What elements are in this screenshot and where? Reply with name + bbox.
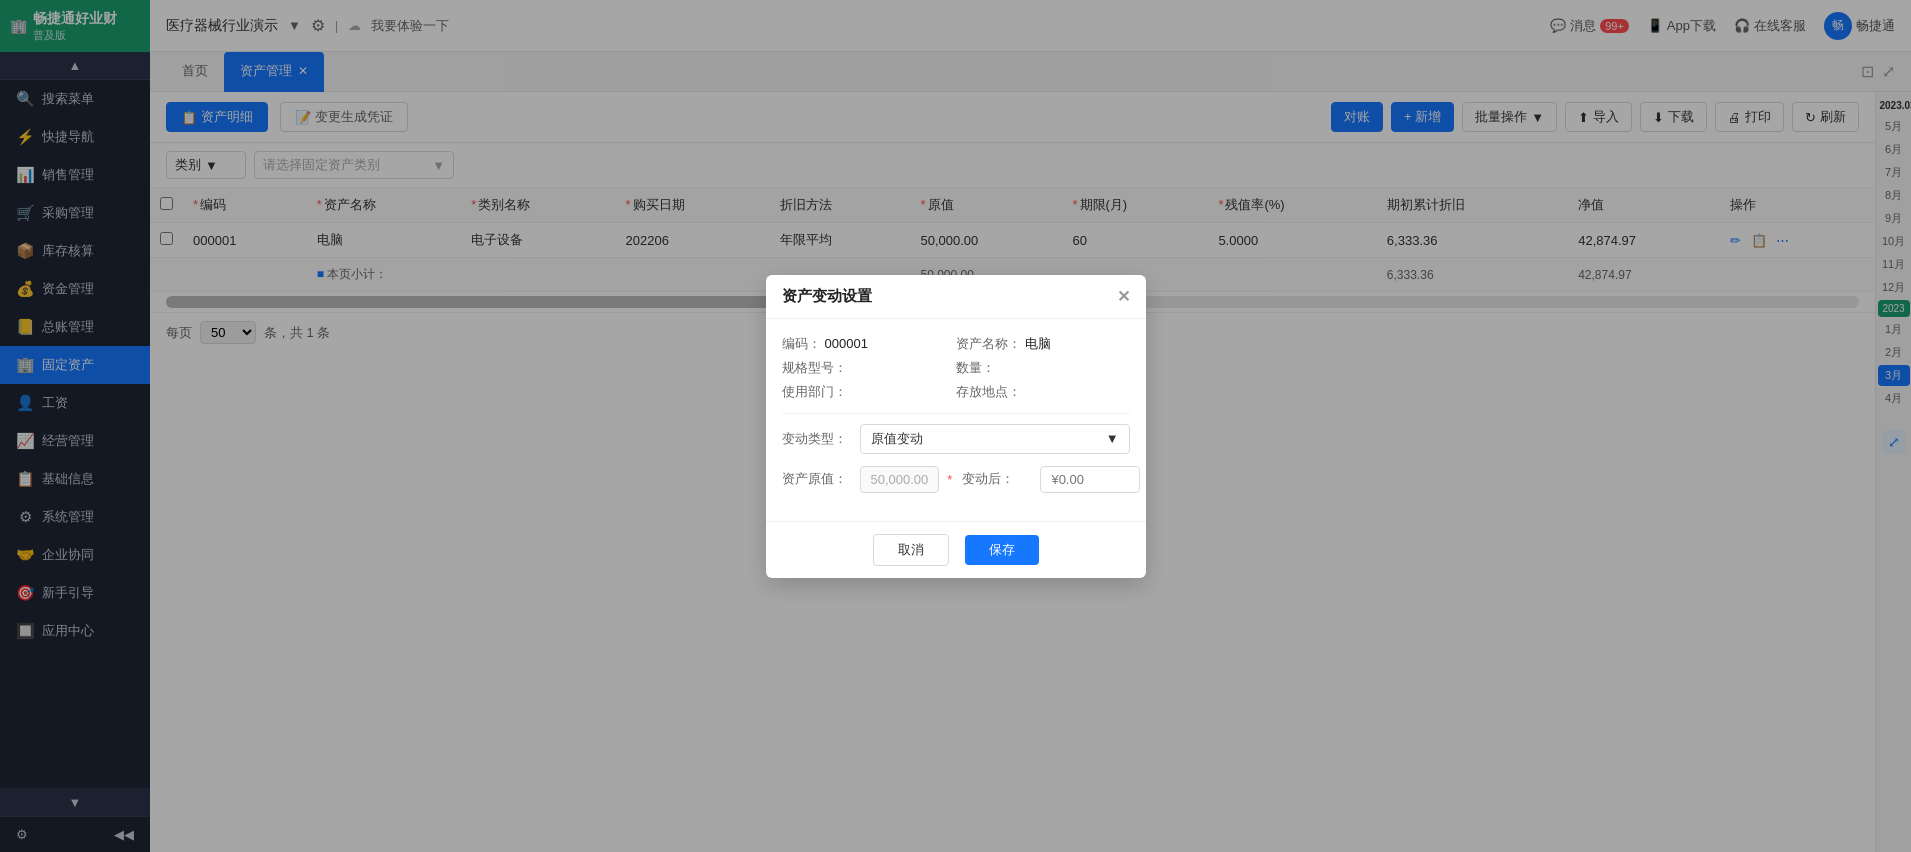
- after-change-required: *: [947, 472, 952, 487]
- modal-close-button[interactable]: ✕: [1117, 287, 1130, 306]
- original-value-display: 50,000.00: [871, 472, 929, 487]
- change-type-label: 变动类型：: [782, 430, 852, 448]
- modal-quantity-item: 数量：: [956, 359, 1130, 377]
- original-value-label: 资产原值：: [782, 470, 852, 488]
- cancel-button[interactable]: 取消: [873, 534, 949, 566]
- modal-location-item: 存放地点：: [956, 383, 1130, 401]
- original-value-row: 资产原值： 50,000.00 * 变动后：: [782, 466, 1130, 493]
- modal-code-label: 编码：: [782, 335, 821, 353]
- after-change-label: 变动后：: [962, 470, 1032, 488]
- modal-header: 资产变动设置 ✕: [766, 275, 1146, 319]
- modal-code-item: 编码： 000001: [782, 335, 956, 353]
- modal-quantity-label: 数量：: [956, 359, 995, 377]
- modal-info-grid: 编码： 000001 资产名称： 电脑 规格型号： 数量： 使用部门：: [782, 335, 1130, 401]
- save-button[interactable]: 保存: [965, 535, 1039, 565]
- modal-asset-name-item: 资产名称： 电脑: [956, 335, 1130, 353]
- change-type-row: 变动类型： 原值变动 ▼: [782, 424, 1130, 454]
- modal-divider: [782, 413, 1130, 414]
- modal-overlay[interactable]: 资产变动设置 ✕ 编码： 000001 资产名称： 电脑 规格型号： 数量：: [0, 0, 1911, 852]
- modal-code-value: 000001: [825, 336, 868, 351]
- original-value-input: 50,000.00: [860, 466, 940, 493]
- modal-location-label: 存放地点：: [956, 383, 1021, 401]
- modal-spec-item: 规格型号：: [782, 359, 956, 377]
- modal-asset-name-value: 电脑: [1025, 335, 1051, 353]
- asset-change-modal: 资产变动设置 ✕ 编码： 000001 资产名称： 电脑 规格型号： 数量：: [766, 275, 1146, 578]
- modal-department-label: 使用部门：: [782, 383, 847, 401]
- modal-asset-name-label: 资产名称：: [956, 335, 1021, 353]
- modal-spec-label: 规格型号：: [782, 359, 847, 377]
- change-type-dropdown-icon: ▼: [1106, 431, 1119, 446]
- modal-footer: 取消 保存: [766, 521, 1146, 578]
- change-type-select[interactable]: 原值变动 ▼: [860, 424, 1130, 454]
- after-change-input[interactable]: [1040, 466, 1140, 493]
- modal-department-item: 使用部门：: [782, 383, 956, 401]
- modal-body: 编码： 000001 资产名称： 电脑 规格型号： 数量： 使用部门：: [766, 319, 1146, 521]
- change-type-value: 原值变动: [871, 430, 923, 448]
- modal-title: 资产变动设置: [782, 287, 872, 306]
